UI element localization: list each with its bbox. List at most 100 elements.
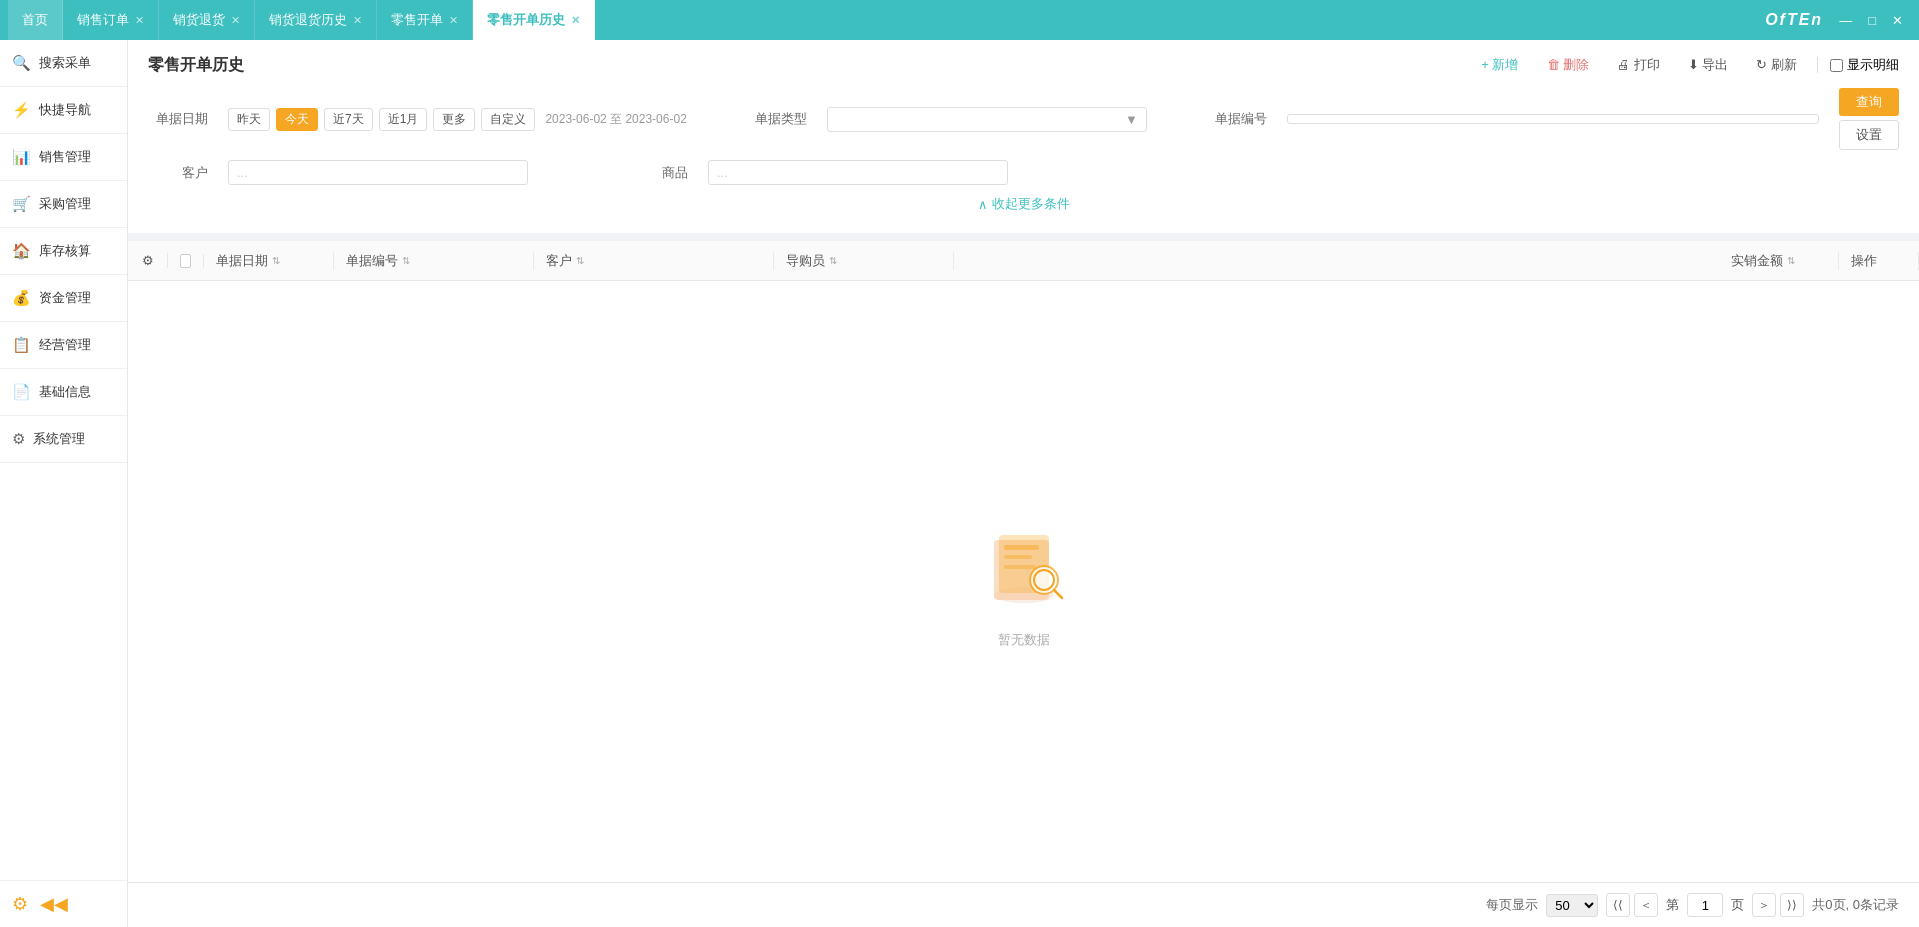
close-tab-return[interactable]: ✕ <box>231 14 240 27</box>
th-date[interactable]: 单据日期 ⇅ <box>204 252 334 270</box>
tab-retail-history[interactable]: 零售开单历史 ✕ <box>473 0 595 40</box>
tab-return[interactable]: 销货退货 ✕ <box>159 0 255 40</box>
svg-rect-4 <box>1004 555 1032 559</box>
th-amount[interactable]: 实销金额 ⇅ <box>1719 252 1839 270</box>
refresh-button[interactable]: ↻ 刷新 <box>1748 52 1805 78</box>
system-icon: ⚙ <box>12 430 25 448</box>
sidebar-item-inventory[interactable]: 🏠 库存核算 <box>0 228 127 275</box>
today-btn[interactable]: 今天 <box>276 108 318 131</box>
collapse-sidebar-icon[interactable]: ◀◀ <box>40 893 68 915</box>
sales-icon: 📊 <box>12 148 31 166</box>
settings-bottom-icon[interactable]: ⚙ <box>12 893 28 915</box>
sort-customer-icon[interactable]: ⇅ <box>576 255 584 266</box>
close-tab-retail[interactable]: ✕ <box>449 14 458 27</box>
number-label: 单据编号 <box>1207 110 1267 128</box>
last-page-btn[interactable]: ⟩⟩ <box>1780 893 1804 917</box>
th-number[interactable]: 单据编号 ⇅ <box>334 252 534 270</box>
sidebar-item-label: 搜索采单 <box>39 54 91 72</box>
type-label: 单据类型 <box>747 110 807 128</box>
svg-rect-3 <box>1004 545 1039 550</box>
quicknav-icon: ⚡ <box>12 101 31 119</box>
th-guide-label: 导购员 <box>786 252 825 270</box>
close-btn[interactable]: ✕ <box>1892 13 1903 28</box>
custom-date-btn[interactable]: 自定义 <box>481 108 535 131</box>
sort-amount-icon[interactable]: ⇅ <box>1787 255 1795 266</box>
sidebar-item-sales[interactable]: 📊 销售管理 <box>0 134 127 181</box>
th-number-label: 单据编号 <box>346 252 398 270</box>
sidebar-item-basic[interactable]: 📄 基础信息 <box>0 369 127 416</box>
collapse-filter-btn[interactable]: ∧ 收起更多条件 <box>148 195 1899 213</box>
settings-filter-button[interactable]: 设置 <box>1839 120 1899 150</box>
page-title: 零售开单历史 <box>148 55 244 76</box>
th-checkbox[interactable] <box>168 254 204 268</box>
sort-number-icon[interactable]: ⇅ <box>402 255 410 266</box>
delete-button[interactable]: 🗑 删除 <box>1539 52 1598 78</box>
brand-label: OfTEn <box>1765 11 1823 29</box>
close-tab-retail-history[interactable]: ✕ <box>571 14 580 27</box>
collapse-text: 收起更多条件 <box>992 195 1070 213</box>
filter-row-2: 客户 ... 商品 ... <box>148 160 1899 185</box>
sidebar-item-quicknav[interactable]: ⚡ 快捷导航 <box>0 87 127 134</box>
tab-retail[interactable]: 零售开单 ✕ <box>377 0 473 40</box>
finance-icon: 💰 <box>12 289 31 307</box>
goods-input[interactable]: ... <box>708 160 1008 185</box>
th-guide[interactable]: 导购员 ⇅ <box>774 252 954 270</box>
last7-btn[interactable]: 近7天 <box>324 108 373 131</box>
first-page-btn[interactable]: ⟨⟨ <box>1606 893 1630 917</box>
query-button[interactable]: 查询 <box>1839 88 1899 116</box>
type-select[interactable]: ▼ <box>827 107 1147 132</box>
sidebar-item-search[interactable]: 🔍 搜索采单 <box>0 40 127 87</box>
table-area: ⚙ 单据日期 ⇅ 单据编号 ⇅ 客户 ⇅ 导购员 <box>128 241 1919 882</box>
sort-date-icon[interactable]: ⇅ <box>272 255 280 266</box>
sidebar-item-label: 采购管理 <box>39 195 91 213</box>
date-range-text: 2023-06-02 至 2023-06-02 <box>545 111 686 128</box>
sidebar-item-operations[interactable]: 📋 经营管理 <box>0 322 127 369</box>
table-header: ⚙ 单据日期 ⇅ 单据编号 ⇅ 客户 ⇅ 导购员 <box>128 241 1919 281</box>
next-page-btn[interactable]: ＞ <box>1752 893 1776 917</box>
content-area: 零售开单历史 + 新增 🗑 删除 🖨 打印 ⬇ 导出 ↻ 刷新 显示明细 单据日… <box>128 40 1919 927</box>
th-settings[interactable]: ⚙ <box>128 253 168 268</box>
close-tab-return-history[interactable]: ✕ <box>353 14 362 27</box>
sidebar-item-label: 基础信息 <box>39 383 91 401</box>
add-button[interactable]: + 新增 <box>1473 52 1526 78</box>
window-controls: OfTEn — □ ✕ <box>1765 11 1919 29</box>
maximize-btn[interactable]: □ <box>1868 13 1876 28</box>
main-layout: 🔍 搜索采单 ⚡ 快捷导航 📊 销售管理 🛒 采购管理 🏠 库存核算 💰 资金管… <box>0 40 1919 927</box>
pagination: 每页显示 50 20 100 ⟨⟨ ＜ 第 页 ＞ ⟩⟩ 共0页, 0条记录 <box>128 882 1919 927</box>
yesterday-btn[interactable]: 昨天 <box>228 108 270 131</box>
goods-placeholder: ... <box>717 165 728 180</box>
more-date-btn[interactable]: 更多 <box>433 108 475 131</box>
tab-return-history[interactable]: 销货退货历史 ✕ <box>255 0 377 40</box>
sidebar-item-finance[interactable]: 💰 资金管理 <box>0 275 127 322</box>
prev-page-btn[interactable]: ＜ <box>1634 893 1658 917</box>
th-amount-label: 实销金额 <box>1731 252 1783 270</box>
tab-sales-order[interactable]: 销售订单 ✕ <box>63 0 159 40</box>
last-month-btn[interactable]: 近1月 <box>379 108 428 131</box>
sidebar-item-purchase[interactable]: 🛒 采购管理 <box>0 181 127 228</box>
sidebar-item-system[interactable]: ⚙ 系统管理 <box>0 416 127 463</box>
sidebar-item-label: 快捷导航 <box>39 101 91 119</box>
display-detail-label[interactable]: 显示明细 <box>1830 56 1899 74</box>
display-detail-text: 显示明细 <box>1847 56 1899 74</box>
display-detail-checkbox[interactable] <box>1830 59 1843 72</box>
th-action-label: 操作 <box>1851 252 1877 270</box>
per-page-select[interactable]: 50 20 100 <box>1546 894 1598 917</box>
query-buttons: 查询 设置 <box>1839 88 1899 150</box>
sort-guide-icon[interactable]: ⇅ <box>829 255 837 266</box>
search-icon: 🔍 <box>12 54 31 72</box>
goods-label: 商品 <box>628 164 688 182</box>
close-tab-sales-order[interactable]: ✕ <box>135 14 144 27</box>
export-button[interactable]: ⬇ 导出 <box>1680 52 1737 78</box>
page-nav: ⟨⟨ ＜ 第 页 ＞ ⟩⟩ <box>1606 893 1804 917</box>
th-customer[interactable]: 客户 ⇅ <box>534 252 774 270</box>
th-customer-label: 客户 <box>546 252 572 270</box>
svg-rect-5 <box>1004 565 1036 569</box>
print-button[interactable]: 🖨 打印 <box>1609 52 1668 78</box>
customer-input[interactable]: ... <box>228 160 528 185</box>
number-input[interactable] <box>1287 114 1819 124</box>
sidebar-item-label: 系统管理 <box>33 430 85 448</box>
tab-home[interactable]: 首页 <box>8 0 63 40</box>
minimize-btn[interactable]: — <box>1839 13 1852 28</box>
page-input[interactable] <box>1687 893 1723 917</box>
header-checkbox[interactable] <box>180 254 191 268</box>
